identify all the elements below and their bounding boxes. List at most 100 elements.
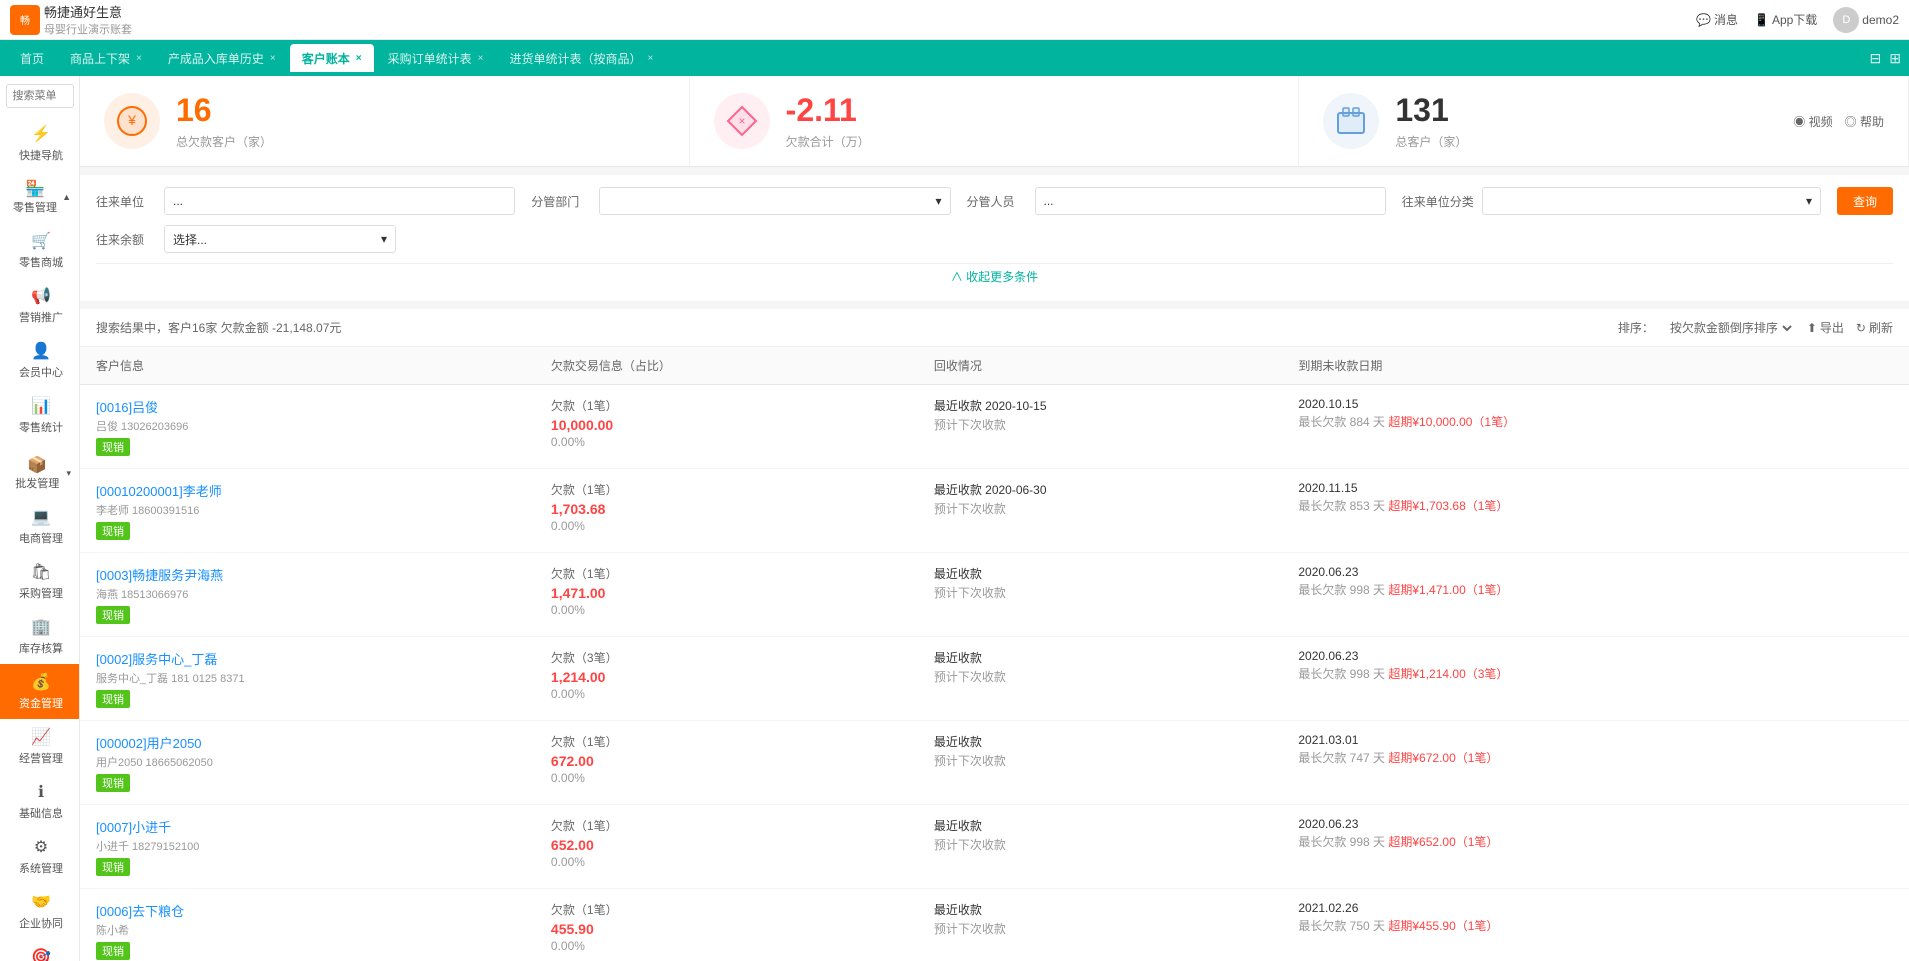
- debt-amount-2[interactable]: 1,471.00: [551, 585, 902, 601]
- sidebar-item-operations[interactable]: 📈 经营管理: [0, 719, 79, 774]
- customer-name-3[interactable]: [0002]服务中心_丁磊: [96, 649, 519, 668]
- search-button[interactable]: 查询: [1837, 187, 1893, 215]
- sort-select[interactable]: 按欠款金额倒序排序: [1666, 320, 1795, 336]
- main-content: ¥ 16 总欠款客户（家） × -2.11 欠款合计（万）: [80, 76, 1909, 961]
- overdue-link-2[interactable]: 超期¥1,471.00（1笔）: [1388, 583, 1508, 597]
- tab-production[interactable]: 产成品入库单历史 ×: [156, 44, 288, 72]
- recovery-next-6: 预计下次收款: [934, 920, 1267, 937]
- recovery-next-3: 预计下次收款: [934, 668, 1267, 685]
- sidebar-search-input[interactable]: [6, 84, 74, 108]
- filter-select-dept-arrow: ▾: [935, 194, 941, 208]
- recovery-info-1: 最近收款 2020-06-30: [934, 481, 1267, 498]
- sidebar-item-member[interactable]: 👤 会员中心: [0, 333, 79, 388]
- cell-due-6: 2021.02.26 最长欠款 750 天 超期¥455.90（1笔）: [1282, 889, 1909, 961]
- table-row: [0006]去下粮仓 陈小希 现销 欠款（1笔） 455.90 0.00% 最近…: [80, 889, 1909, 961]
- member-icon: 👤: [31, 341, 51, 361]
- filter-label-balance: 往来余额: [96, 231, 156, 248]
- col-recovery: 回收情况: [918, 347, 1283, 385]
- filter-select-balance-arrow: ▾: [381, 232, 387, 246]
- sidebar-item-retail-mgmt[interactable]: 🏪 零售管理 ▲: [0, 171, 79, 223]
- tab-customer-account[interactable]: 客户账本 ×: [290, 44, 374, 72]
- base-info-label: 基础信息: [19, 805, 63, 821]
- customer-name-1[interactable]: [00010200001]李老师: [96, 481, 519, 500]
- sidebar-item-system[interactable]: ⚙ 系统管理: [0, 829, 79, 884]
- customer-name-6[interactable]: [0006]去下粮仓: [96, 901, 519, 920]
- tab-inventory-stats[interactable]: 进货单统计表（按商品） ×: [497, 44, 665, 72]
- sidebar-item-marketing[interactable]: 📢 营销推广: [0, 278, 79, 333]
- message-btn[interactable]: 💬 消息: [1696, 11, 1738, 28]
- enterprise-icon: 🤝: [31, 892, 51, 912]
- due-date-0: 2020.10.15: [1298, 397, 1893, 411]
- collapse-more-filters[interactable]: ∧ 收起更多条件: [96, 263, 1893, 289]
- sidebar-item-batch-mgmt[interactable]: 📦 批发管理 ▾: [0, 447, 79, 499]
- tab-production-close[interactable]: ×: [270, 53, 276, 64]
- filter-select-balance[interactable]: 选择... ▾: [164, 225, 396, 253]
- overdue-days-6: 最长欠款 750 天 超期¥455.90（1笔）: [1298, 917, 1893, 934]
- sidebar-item-inventory[interactable]: 🏢 库存核算: [0, 609, 79, 664]
- table-toolbar: 搜索结果中，客户16家 欠款金额 -21,148.07元 排序： 按欠款金额倒序…: [80, 309, 1909, 347]
- customer-tag-4: 现销: [96, 774, 130, 792]
- retail-mgmt-icon: 🏪: [25, 179, 45, 199]
- overdue-link-5[interactable]: 超期¥652.00（1笔）: [1388, 835, 1498, 849]
- tab-expand-btn[interactable]: ⊞: [1889, 50, 1901, 67]
- debt-count-6: 欠款（1笔）: [551, 901, 902, 918]
- tab-products[interactable]: 商品上下架 ×: [58, 44, 154, 72]
- avatar: D: [1833, 7, 1859, 33]
- recovery-next-2: 预计下次收款: [934, 584, 1267, 601]
- inventory-label: 库存核算: [19, 640, 63, 656]
- tab-minimize-btn[interactable]: ⊟: [1870, 50, 1882, 67]
- brand-logo: 畅: [10, 5, 40, 35]
- customer-tag-6: 现销: [96, 942, 130, 960]
- collapse-label: 收起更多条件: [966, 270, 1038, 284]
- cell-recovery-5: 最近收款 预计下次收款: [918, 805, 1283, 889]
- tab-customer-account-close[interactable]: ×: [356, 53, 362, 64]
- filter-select-dept[interactable]: ▾: [599, 187, 950, 215]
- tab-home[interactable]: 首页: [8, 44, 56, 72]
- export-btn[interactable]: ⬆ 导出: [1807, 319, 1844, 336]
- filter-input-person[interactable]: ...: [1035, 187, 1386, 215]
- tab-purchase-stats[interactable]: 采购订单统计表 ×: [376, 44, 496, 72]
- overdue-link-6[interactable]: 超期¥455.90（1笔）: [1388, 919, 1498, 933]
- user-menu[interactable]: D demo2: [1833, 7, 1899, 33]
- sidebar-item-quick-nav[interactable]: ⚡ 快捷导航: [0, 116, 79, 171]
- brand: 畅 畅捷通好生意 母婴行业演示账套: [10, 2, 132, 37]
- app-download-btn[interactable]: 📱 App下载: [1754, 11, 1817, 28]
- debt-count-4: 欠款（1笔）: [551, 733, 902, 750]
- sidebar-item-base-info[interactable]: ℹ 基础信息: [0, 774, 79, 829]
- refresh-btn[interactable]: ↻ 刷新: [1856, 319, 1893, 336]
- help-link[interactable]: ◎ 帮助: [1845, 113, 1884, 130]
- customer-name-5[interactable]: [0007]小进千: [96, 817, 519, 836]
- due-date-3: 2020.06.23: [1298, 649, 1893, 663]
- debt-amount-5[interactable]: 652.00: [551, 837, 902, 853]
- sidebar-item-enterprise[interactable]: 🤝 企业协同: [0, 884, 79, 939]
- customer-name-4[interactable]: [000002]用户2050: [96, 733, 519, 752]
- customer-name-0[interactable]: [0016]吕俊: [96, 397, 519, 416]
- sidebar-item-purchase[interactable]: 🛍 采购管理: [0, 554, 79, 609]
- sidebar-item-ecommerce[interactable]: 💻 电商管理: [0, 499, 79, 554]
- debt-amount-4[interactable]: 672.00: [551, 753, 902, 769]
- filter-select-category[interactable]: ▾: [1482, 187, 1821, 215]
- debt-amount-3[interactable]: 1,214.00: [551, 669, 902, 685]
- col-customer-info: 客户信息: [80, 347, 535, 385]
- tab-inventory-stats-close[interactable]: ×: [647, 53, 653, 64]
- sidebar-item-finance[interactable]: 💰 资金管理: [0, 664, 79, 719]
- sidebar-item-retail-mall[interactable]: 🛒 零售商城: [0, 223, 79, 278]
- debt-amount-1[interactable]: 1,703.68: [551, 501, 902, 517]
- overdue-link-4[interactable]: 超期¥672.00（1笔）: [1388, 751, 1498, 765]
- filter-input-customer[interactable]: ...: [164, 187, 515, 215]
- video-link[interactable]: ◉ 视频: [1793, 113, 1832, 130]
- debt-amount-0[interactable]: 10,000.00: [551, 417, 902, 433]
- sidebar-search-area: [0, 76, 79, 116]
- customer-name-2[interactable]: [0003]畅捷服务尹海燕: [96, 565, 519, 584]
- svg-text:×: ×: [738, 114, 745, 128]
- sidebar-item-guide[interactable]: 🎯 新手引导: [0, 939, 79, 961]
- overdue-link-3[interactable]: 超期¥1,214.00（3笔）: [1388, 667, 1508, 681]
- tab-products-close[interactable]: ×: [136, 53, 142, 64]
- debt-amount-6[interactable]: 455.90: [551, 921, 902, 937]
- sidebar-item-retail-stats[interactable]: 📊 零售统计: [0, 388, 79, 443]
- overdue-link-1[interactable]: 超期¥1,703.68（1笔）: [1388, 499, 1508, 513]
- overdue-days-1: 最长欠款 853 天 超期¥1,703.68（1笔）: [1298, 497, 1893, 514]
- overdue-link-0[interactable]: 超期¥10,000.00（1笔）: [1388, 415, 1515, 429]
- cell-debt-2: 欠款（1笔） 1,471.00 0.00%: [535, 553, 918, 637]
- tab-purchase-stats-close[interactable]: ×: [478, 53, 484, 64]
